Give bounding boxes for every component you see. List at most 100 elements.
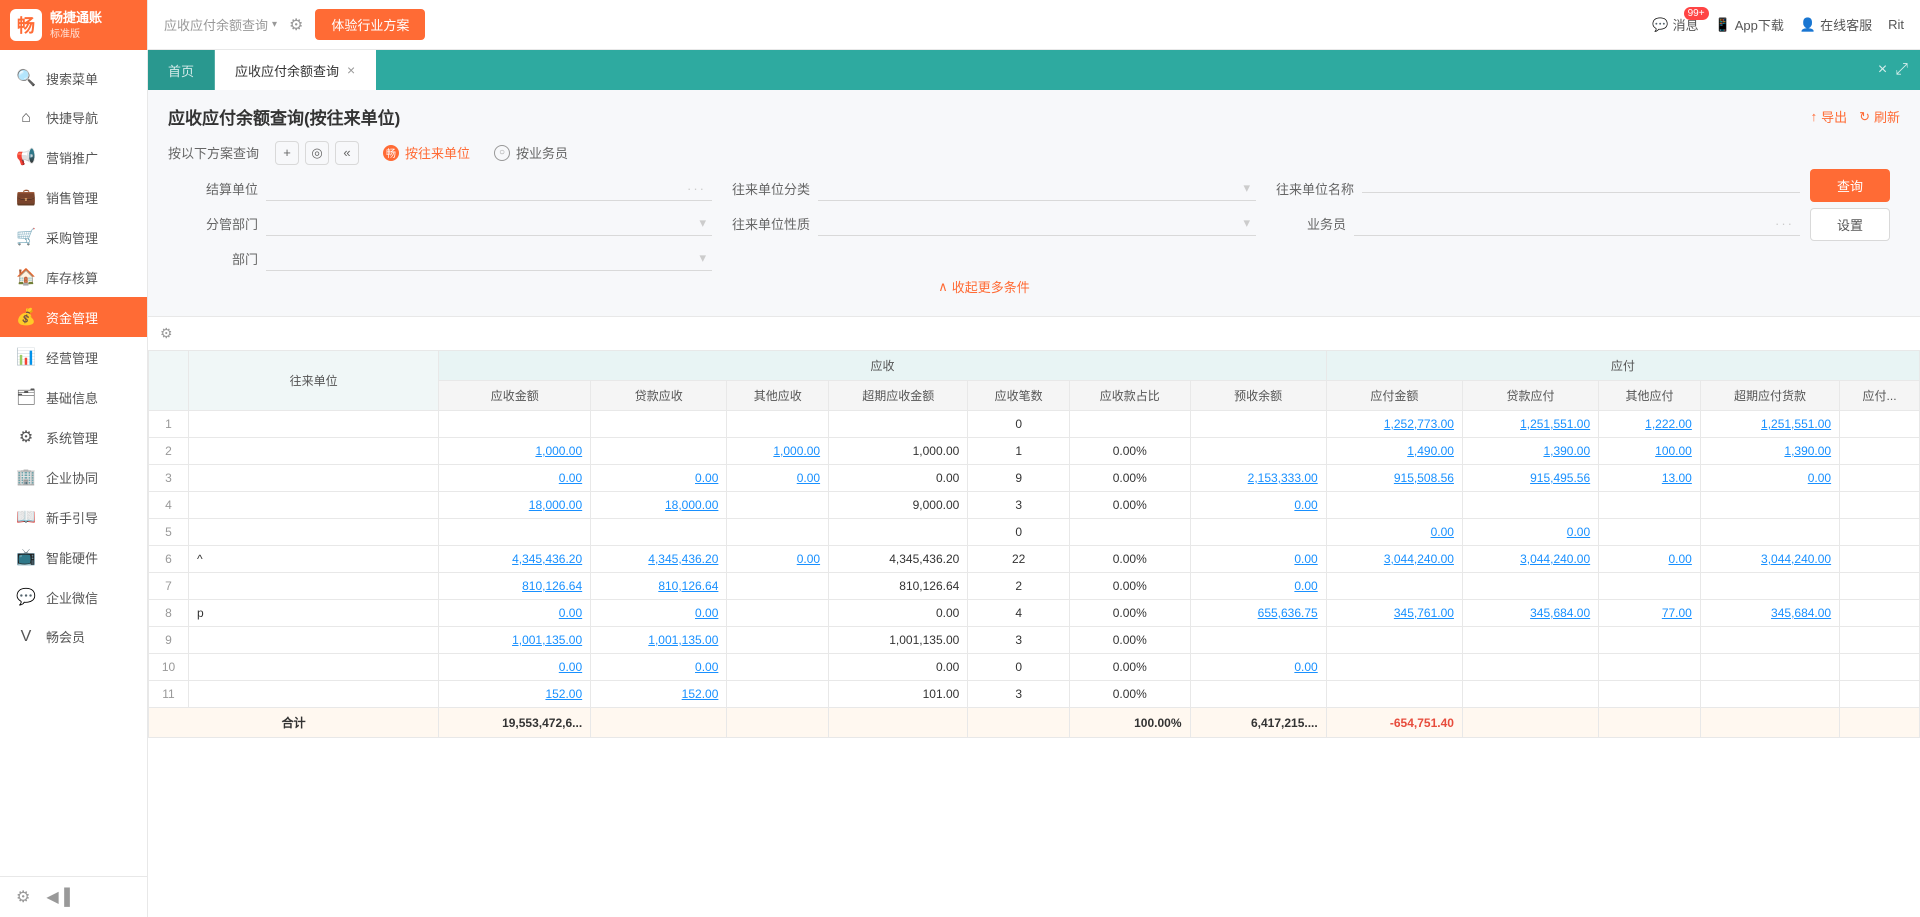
tab-query[interactable]: 应收应付余额查询 ×: [215, 50, 376, 90]
th-rownum: [149, 351, 189, 411]
table-row: 4 18,000.0018,000.009,000.0030.00%0.00: [149, 492, 1920, 519]
footer-label: 合计: [149, 708, 439, 738]
sidebar-bottom: ⚙ ◀▐: [0, 876, 147, 917]
collapse-more-button[interactable]: ∧ 收起更多条件: [168, 271, 1800, 302]
scheme-by-staff[interactable]: ○ 按业务员: [482, 139, 580, 166]
filter-action-buttons: + ◎ «: [275, 141, 359, 165]
sidebar-logo: 畅 畅捷通账 标准版: [0, 0, 147, 50]
sidebar-item-search[interactable]: 🔍 搜索菜单: [0, 58, 147, 98]
scheme-label: 按以下方案查询: [168, 143, 259, 162]
scheme-by-partner[interactable]: 畅 按往来单位: [371, 139, 482, 166]
sidebar-item-quick[interactable]: ⌂ 快捷导航: [0, 98, 147, 137]
wechat-icon: 💬: [16, 587, 36, 607]
sidebar-item-sales[interactable]: 💼 销售管理: [0, 177, 147, 217]
sidebar-item-operation[interactable]: 📊 经营管理: [0, 337, 147, 377]
sidebar-item-wechat[interactable]: 💬 企业微信: [0, 577, 147, 617]
footer-ar-loan: [591, 708, 727, 738]
close-window-button[interactable]: ×: [1878, 61, 1887, 79]
tab-close-icon[interactable]: ×: [347, 62, 355, 78]
app-action[interactable]: 📱 App下载: [1715, 15, 1784, 34]
user-name[interactable]: Rit: [1888, 17, 1904, 32]
table-row: 1 01,252,773.001,251,551.001,222.001,251…: [149, 411, 1920, 438]
sidebar-item-purchase[interactable]: 🛒 采购管理: [0, 217, 147, 257]
footer-ar-ratio: 100.00%: [1070, 708, 1190, 738]
staff-input[interactable]: ···: [1354, 212, 1800, 236]
footer-ap-extra: [1840, 708, 1920, 738]
export-icon: ↑: [1811, 109, 1818, 124]
sidebar-item-member[interactable]: V 畅会员: [0, 617, 147, 656]
scheme-collapse-button[interactable]: «: [335, 141, 359, 165]
table-row: 2 1,000.001,000.001,000.0010.00%1,490.00…: [149, 438, 1920, 465]
collapse-icon[interactable]: ◀▐: [46, 887, 70, 907]
breadcrumb-arrow[interactable]: ▾: [272, 19, 277, 30]
table-group-header: 往来单位 应收 应付: [149, 351, 1920, 381]
settings-button[interactable]: 设置: [1810, 208, 1890, 241]
scheme-settings-button[interactable]: ◎: [305, 141, 329, 165]
th-group-ap: 应付: [1326, 351, 1919, 381]
message-action[interactable]: 💬 消息 99+: [1652, 15, 1698, 34]
query-button[interactable]: 查询: [1810, 169, 1890, 202]
partner-cat-input[interactable]: ▾: [818, 176, 1256, 201]
table-row: 3 0.000.000.000.0090.00%2,153,333.00915,…: [149, 465, 1920, 492]
service-action[interactable]: 👤 在线客服: [1800, 15, 1872, 34]
hardware-icon: 📺: [16, 547, 36, 567]
message-badge: 99+: [1684, 7, 1709, 20]
th-ar-other: 其他应收: [727, 381, 829, 411]
filter-area: 按以下方案查询 + ◎ « 畅 按往来单位 ○ 按业务员: [148, 129, 1920, 317]
partner-cat-label: 往来单位分类: [732, 179, 810, 198]
filter-partner-name: 往来单位名称: [1276, 176, 1800, 201]
add-scheme-button[interactable]: +: [275, 141, 299, 165]
th-ap-other: 其他应付: [1599, 381, 1701, 411]
settings-bottom-icon[interactable]: ⚙: [16, 887, 30, 907]
app-icon: 📱: [1715, 17, 1731, 33]
footer-ar-other: [727, 708, 829, 738]
message-icon: 💬: [1652, 17, 1668, 33]
sidebar-item-company[interactable]: 🏢 企业协同: [0, 457, 147, 497]
scheme-inactive-icon: ○: [494, 145, 510, 161]
logo-title: 畅捷通账: [50, 10, 102, 26]
dept-input[interactable]: ▾: [266, 246, 712, 271]
sidebar-item-stock[interactable]: 🏠 库存核算: [0, 257, 147, 297]
page-actions: ↑ 导出 ↻ 刷新: [1811, 107, 1900, 126]
partner-nature-input[interactable]: ▾: [818, 211, 1256, 236]
footer-ar-count: [968, 708, 1070, 738]
system-icon: ⚙: [16, 427, 36, 447]
footer-ar-amount[interactable]: 19,553,472,6...: [439, 708, 591, 738]
export-button[interactable]: ↑ 导出: [1811, 107, 1848, 126]
service-label: 在线客服: [1820, 15, 1872, 34]
header-gear-icon[interactable]: ⚙: [289, 15, 303, 35]
tab-home[interactable]: 首页: [148, 50, 215, 90]
scheme-active-icon: 畅: [383, 145, 399, 161]
main-content: 应收应付余额查询(按往来单位) ↑ 导出 ↻ 刷新 按以下方案查询 + ◎ «: [148, 90, 1920, 917]
filter-scheme-row: 按以下方案查询 + ◎ « 畅 按往来单位 ○ 按业务员: [168, 139, 1800, 166]
solution-button[interactable]: 体验行业方案: [315, 9, 425, 40]
sidebar-item-system[interactable]: ⚙ 系统管理: [0, 417, 147, 457]
sidebar-menu: 🔍 搜索菜单 ⌂ 快捷导航 📢 营销推广 💼 销售管理 🛒 采购管理 🏠 库存核…: [0, 50, 147, 876]
sidebar-item-marketing[interactable]: 📢 营销推广: [0, 137, 147, 177]
footer-ar-prepay[interactable]: 6,417,215....: [1190, 708, 1326, 738]
sales-icon: 💼: [16, 187, 36, 207]
table-row: 10 0.000.000.0000.00%0.00: [149, 654, 1920, 681]
table-row: 6^4,345,436.204,345,436.200.004,345,436.…: [149, 546, 1920, 573]
th-ar-ratio: 应收款占比: [1070, 381, 1190, 411]
partner-name-input[interactable]: [1362, 184, 1800, 193]
refresh-button[interactable]: ↻ 刷新: [1859, 107, 1900, 126]
sidebar-item-hardware[interactable]: 📺 智能硬件: [0, 537, 147, 577]
settlement-label: 结算单位: [188, 179, 258, 198]
th-ar-overdue: 超期应收金额: [829, 381, 968, 411]
marketing-icon: 📢: [16, 147, 36, 167]
th-group-ar: 应收: [439, 351, 1326, 381]
th-ap-loan: 贷款应付: [1462, 381, 1598, 411]
settlement-input[interactable]: ···: [266, 177, 712, 201]
footer-ap-other: [1599, 708, 1701, 738]
table-settings-icon[interactable]: ⚙: [160, 325, 173, 342]
sidebar-item-guide[interactable]: 📖 新手引导: [0, 497, 147, 537]
sidebar-item-finance[interactable]: 💰 资金管理: [0, 297, 147, 337]
supervisor-input[interactable]: ▾: [266, 211, 712, 236]
th-ar-count: 应收笔数: [968, 381, 1070, 411]
th-partner: 往来单位: [189, 351, 439, 411]
sidebar-item-basic[interactable]: 🗂 基础信息: [0, 377, 147, 417]
expand-window-button[interactable]: ⤢: [1895, 61, 1908, 79]
th-ar-prepay: 预收余额: [1190, 381, 1326, 411]
th-ap-amount: 应付金额: [1326, 381, 1462, 411]
